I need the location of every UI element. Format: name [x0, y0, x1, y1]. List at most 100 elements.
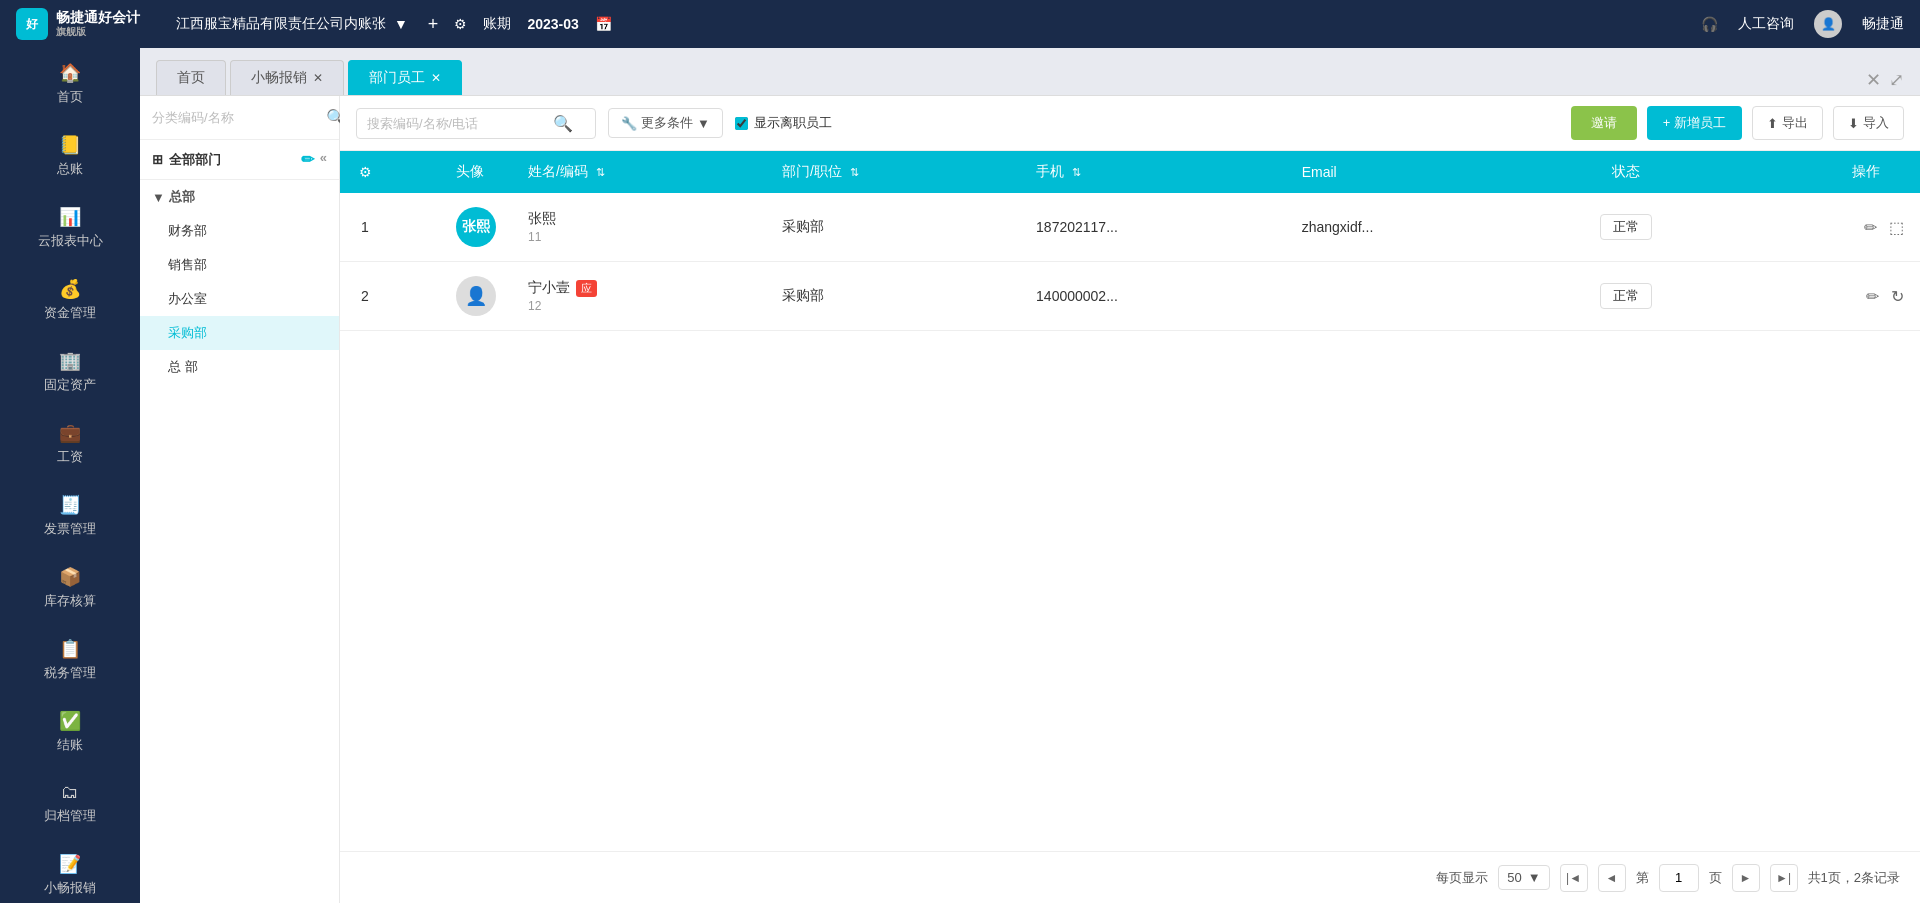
dept-node-label: 采购部: [168, 324, 207, 342]
sidebar-item-label: 税务管理: [44, 664, 96, 682]
sort-icon: ⇅: [596, 166, 605, 178]
dept-node-label: 销售部: [168, 256, 207, 274]
sidebar-item-tax[interactable]: 📋 税务管理: [0, 624, 140, 696]
collapse-icon[interactable]: «: [320, 150, 327, 169]
ledger-icon: 📒: [59, 134, 81, 156]
grid-icon: ⊞: [152, 152, 163, 167]
tab-xiaochang[interactable]: 小畅报销 ✕: [230, 60, 344, 95]
search-icon[interactable]: 🔍: [553, 114, 573, 133]
dept-panel: 🔍 ⊞ 全部部门 ✏ « ▼ 总部: [140, 96, 340, 903]
sidebar-item-checkout[interactable]: ✅ 结账: [0, 696, 140, 768]
cell-empty: [390, 262, 440, 331]
import-button[interactable]: ⬇ 导入: [1833, 106, 1904, 140]
invite-button[interactable]: 邀请: [1571, 106, 1637, 140]
top-bar-center: + ⚙ 账期 2023-03 📅: [428, 14, 612, 35]
plus-icon[interactable]: +: [428, 14, 439, 35]
status-badge: 正常: [1600, 283, 1652, 309]
logout-icon[interactable]: ⬚: [1889, 218, 1904, 237]
first-page-button[interactable]: |◄: [1560, 864, 1588, 892]
maximize-window-icon[interactable]: ⤢: [1889, 69, 1904, 91]
employee-search-input[interactable]: [367, 116, 547, 131]
avatar: 👤: [456, 276, 496, 316]
sidebar-item-reports[interactable]: 📊 云报表中心: [0, 192, 140, 264]
dept-node-xiaoshou[interactable]: 销售部: [140, 248, 339, 282]
table-header-row: ⚙ 头像 姓名/编码 ⇅ 部门/职位 ⇅ 手机 ⇅ Email 状态 操作: [340, 151, 1920, 193]
sidebar-item-ledger[interactable]: 📒 总账: [0, 120, 140, 192]
dept-search-input[interactable]: [152, 110, 320, 125]
close-window-icon[interactable]: ✕: [1866, 69, 1881, 91]
chevron-down-icon: ▼: [697, 116, 710, 131]
col-email: Email: [1286, 151, 1528, 193]
sort-icon: ⇅: [850, 166, 859, 178]
user-avatar[interactable]: 👤: [1814, 10, 1842, 38]
app-logo: 好 畅捷通好会计 旗舰版: [16, 8, 156, 40]
dept-node-caigou[interactable]: 采购部: [140, 316, 339, 350]
sidebar-item-fixed-assets[interactable]: 🏢 固定资产: [0, 336, 140, 408]
sidebar-item-label: 总账: [57, 160, 83, 178]
show-resigned-label[interactable]: 显示离职员工: [735, 114, 832, 132]
sidebar-item-archive[interactable]: 🗂 归档管理: [0, 768, 140, 839]
sidebar-item-funds[interactable]: 💰 资金管理: [0, 264, 140, 336]
cell-status: 正常: [1528, 262, 1724, 331]
reports-icon: 📊: [59, 206, 81, 228]
sidebar-item-inventory[interactable]: 📦 库存核算: [0, 552, 140, 624]
dept-node-label: 总 部: [168, 358, 198, 376]
export-button[interactable]: ⬆ 导出: [1752, 106, 1823, 140]
add-employee-button[interactable]: + 新增员工: [1647, 106, 1742, 140]
sidebar-item-invoice[interactable]: 🧾 发票管理: [0, 480, 140, 552]
sidebar-item-salary[interactable]: 💼 工资: [0, 408, 140, 480]
dept-tree: ▼ 总部 财务部 销售部 办公室 采购部: [140, 180, 339, 903]
dept-header-icons: ✏ «: [301, 150, 327, 169]
tab-dept-employee[interactable]: 部门员工 ✕: [348, 60, 462, 95]
col-dept-position[interactable]: 部门/职位 ⇅: [766, 151, 1020, 193]
cell-dept: 采购部: [766, 262, 1020, 331]
dept-node-caiwu[interactable]: 财务部: [140, 214, 339, 248]
company-selector[interactable]: 江西服宝精品有限责任公司内账张 ▼: [176, 15, 408, 33]
app-sub: 旗舰版: [56, 25, 140, 39]
sidebar-item-xiaochang[interactable]: 📝 小畅报销: [0, 839, 140, 903]
calendar-icon[interactable]: 📅: [595, 16, 612, 32]
cell-name-code: 宁小壹 应 12: [512, 262, 766, 331]
edit-icon[interactable]: ✏: [1864, 218, 1877, 237]
tab-xiaochang-close[interactable]: ✕: [313, 71, 323, 85]
cell-email: [1286, 262, 1528, 331]
page-size-select[interactable]: 50 ▼: [1498, 865, 1549, 890]
cell-index: 1: [340, 193, 390, 262]
invoice-icon: 🧾: [59, 494, 81, 516]
dept-node-zong[interactable]: 总 部: [140, 350, 339, 384]
user-name[interactable]: 畅捷通: [1862, 15, 1904, 33]
prev-page-button[interactable]: ◄: [1598, 864, 1626, 892]
top-bar: 好 畅捷通好会计 旗舰版 江西服宝精品有限责任公司内账张 ▼ + ⚙ 账期 20…: [0, 0, 1920, 48]
edit-dept-icon[interactable]: ✏: [301, 150, 314, 169]
name-code-container: 张熙 11: [528, 210, 750, 244]
dept-node-bangong[interactable]: 办公室: [140, 282, 339, 316]
support-label[interactable]: 人工咨询: [1738, 15, 1794, 33]
col-status: 状态: [1528, 151, 1724, 193]
col-phone[interactable]: 手机 ⇅: [1020, 151, 1286, 193]
edit-icon[interactable]: ✏: [1866, 287, 1879, 306]
show-resigned-checkbox[interactable]: [735, 117, 748, 130]
last-page-button[interactable]: ►|: [1770, 864, 1798, 892]
table-row: 2 👤 宁小壹 应: [340, 262, 1920, 331]
page-input[interactable]: [1659, 864, 1699, 892]
dropdown-icon: ▼: [1528, 870, 1541, 885]
sidebar-item-label: 库存核算: [44, 592, 96, 610]
export-label: 导出: [1782, 114, 1808, 132]
sidebar-item-home[interactable]: 🏠 首页: [0, 48, 140, 120]
page-size-value: 50: [1507, 870, 1521, 885]
employee-search-box: 🔍: [356, 108, 596, 139]
col-name-code[interactable]: 姓名/编码 ⇅: [512, 151, 766, 193]
refresh-icon[interactable]: ↻: [1891, 287, 1904, 306]
next-page-button[interactable]: ►: [1732, 864, 1760, 892]
tab-dept-employee-close[interactable]: ✕: [431, 71, 441, 85]
page-size-label: 每页显示: [1436, 869, 1488, 887]
dept-header-left: ⊞ 全部部门: [152, 151, 221, 169]
more-filter-button[interactable]: 🔧 更多条件 ▼: [608, 108, 723, 138]
right-panel: 🔍 🔧 更多条件 ▼ 显示离职员工 邀请 + 新增员工: [340, 96, 1920, 903]
all-dept-label[interactable]: 全部部门: [169, 151, 221, 169]
tab-home[interactable]: 首页: [156, 60, 226, 95]
settings-icon[interactable]: ⚙: [454, 16, 467, 32]
col-settings[interactable]: ⚙: [340, 151, 390, 193]
dept-node-zongbu[interactable]: ▼ 总部: [140, 180, 339, 214]
archive-icon: 🗂: [61, 782, 79, 803]
